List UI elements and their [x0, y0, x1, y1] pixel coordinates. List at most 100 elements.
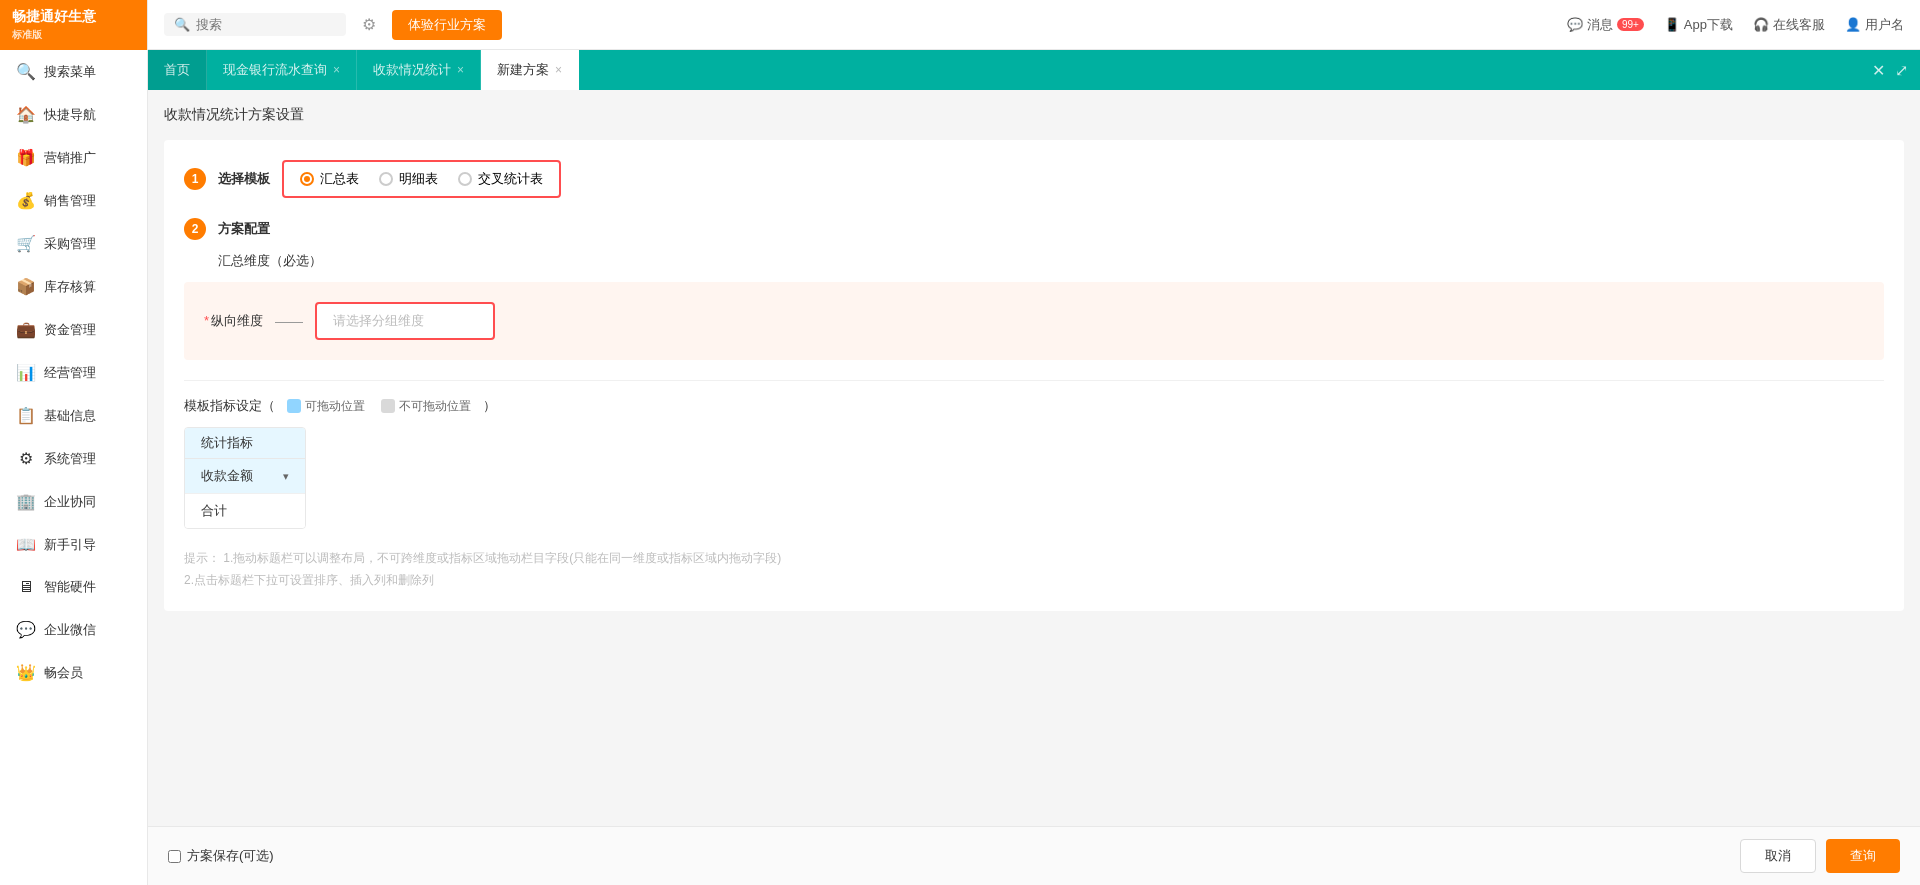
radio-detail[interactable]: 明细表 — [379, 170, 438, 188]
sidebar-item-label: 销售管理 — [44, 192, 96, 210]
query-button[interactable]: 查询 — [1826, 839, 1900, 873]
drag-dot-gray — [381, 399, 395, 413]
sidebar-item-member[interactable]: 👑 畅会员 — [0, 651, 147, 694]
settings-section: 1 选择模板 汇总表 明细表 — [164, 140, 1904, 611]
metrics-close-paren: ） — [483, 397, 496, 415]
tips-area: 提示： 1.拖动标题栏可以调整布局，不可跨维度或指标区域拖动栏目字段(只能在同一… — [184, 548, 1884, 591]
sidebar-item-label: 资金管理 — [44, 321, 96, 339]
online-service-button[interactable]: 🎧 在线客服 — [1753, 16, 1825, 34]
drag-draggable-label: 可拖动位置 — [305, 398, 365, 415]
messages-badge: 99+ — [1617, 18, 1644, 31]
step2-row: 2 方案配置 — [184, 218, 1884, 240]
download-icon: 📱 — [1664, 17, 1680, 32]
sidebar-item-label: 快捷导航 — [44, 106, 96, 124]
user-profile[interactable]: 👤 用户名 — [1845, 16, 1904, 34]
divider — [184, 380, 1884, 381]
sidebar-item-label: 采购管理 — [44, 235, 96, 253]
drag-dot-blue — [287, 399, 301, 413]
sidebar-item-label: 企业协同 — [44, 493, 96, 511]
message-icon: 💬 — [1567, 17, 1583, 32]
config-section: 汇总维度（必选） 纵向维度 —— 请选择分组维度 模板指标设定（ — [184, 252, 1884, 591]
metrics-cell-label: 收款金额 — [201, 467, 253, 485]
dropdown-icon[interactable]: ▾ — [283, 470, 289, 483]
close-all-icon[interactable]: ✕ — [1872, 61, 1885, 80]
sidebar-item-guide[interactable]: 📖 新手引导 — [0, 523, 147, 566]
dimension-row: 纵向维度 —— 请选择分组维度 — [204, 302, 1864, 340]
sidebar-item-search[interactable]: 🔍 搜索菜单 — [0, 50, 147, 93]
expand-icon[interactable]: ⤢ — [1895, 61, 1908, 80]
gear-icon: ⚙ — [16, 449, 36, 468]
topbar-right: 💬 消息 99+ 📱 App下载 🎧 在线客服 👤 用户名 — [1567, 16, 1904, 34]
tab-new-plan-close[interactable]: × — [555, 63, 562, 77]
cancel-button[interactable]: 取消 — [1740, 839, 1816, 873]
tab-bank[interactable]: 现金银行流水查询 × — [207, 50, 357, 90]
save-checkbox[interactable] — [168, 850, 181, 863]
tab-collect-stat-close[interactable]: × — [457, 63, 464, 77]
sidebar-item-marketing[interactable]: 🎁 营销推广 — [0, 136, 147, 179]
metrics-subrow-total: 合计 — [185, 493, 305, 528]
sidebar-item-collab[interactable]: 🏢 企业协同 — [0, 480, 147, 523]
dimension-title: 汇总维度（必选） — [218, 252, 1884, 270]
metrics-table-area: 统计指标 收款金额 ▾ 合计 — [184, 427, 1884, 532]
radio-cross-circle — [458, 172, 472, 186]
sidebar-item-label: 营销推广 — [44, 149, 96, 167]
radio-summary[interactable]: 汇总表 — [300, 170, 359, 188]
tab-home-label: 首页 — [164, 61, 190, 79]
tab-bank-close[interactable]: × — [333, 63, 340, 77]
step2-number: 2 — [184, 218, 206, 240]
sidebar-item-sales[interactable]: 💰 销售管理 — [0, 179, 147, 222]
settings-icon[interactable]: ⚙ — [362, 15, 376, 34]
sidebar-item-label: 智能硬件 — [44, 578, 96, 596]
app-download-button[interactable]: 📱 App下载 — [1664, 16, 1733, 34]
sidebar-logo: 畅捷通好生意 标准版 — [0, 0, 147, 50]
gift-icon: 🎁 — [16, 148, 36, 167]
service-icon: 🎧 — [1753, 17, 1769, 32]
sidebar-item-purchase[interactable]: 🛒 采购管理 — [0, 222, 147, 265]
tip-1: 提示： 1.拖动标题栏可以调整布局，不可跨维度或指标区域拖动栏目字段(只能在同一… — [184, 548, 1884, 570]
sidebar-item-inventory[interactable]: 📦 库存核算 — [0, 265, 147, 308]
step1-row: 1 选择模板 汇总表 明细表 — [184, 160, 1884, 198]
briefcase-icon: 💼 — [16, 320, 36, 339]
tabs-actions: ✕ ⤢ — [1872, 50, 1920, 90]
sidebar-item-system[interactable]: ⚙ 系统管理 — [0, 437, 147, 480]
save-checkbox-label[interactable]: 方案保存(可选) — [168, 847, 274, 865]
sidebar-item-label: 新手引导 — [44, 536, 96, 554]
book-icon: 📖 — [16, 535, 36, 554]
save-label: 方案保存(可选) — [187, 847, 274, 865]
tab-home[interactable]: 首页 — [148, 50, 207, 90]
crown-icon: 👑 — [16, 663, 36, 682]
messages-button[interactable]: 💬 消息 99+ — [1567, 16, 1644, 34]
radio-detail-circle — [379, 172, 393, 186]
tab-new-plan[interactable]: 新建方案 × — [481, 50, 579, 90]
search-box[interactable]: 🔍 — [164, 13, 346, 36]
sidebar-item-operations[interactable]: 📊 经营管理 — [0, 351, 147, 394]
cart-icon: 🛒 — [16, 234, 36, 253]
sidebar-item-basics[interactable]: 📋 基础信息 — [0, 394, 147, 437]
step1-number: 1 — [184, 168, 206, 190]
sidebar-item-hardware[interactable]: 🖥 智能硬件 — [0, 566, 147, 608]
main-area: 🔍 ⚙ 体验行业方案 💬 消息 99+ 📱 App下载 🎧 在线客服 👤 用户名 — [148, 0, 1920, 885]
footer: 方案保存(可选) 取消 查询 — [148, 826, 1920, 885]
dimension-selector[interactable]: 请选择分组维度 — [315, 302, 495, 340]
content-area: 收款情况统计方案设置 1 选择模板 汇总表 — [148, 90, 1920, 826]
sidebar-item-label: 畅会员 — [44, 664, 83, 682]
sidebar-item-nav[interactable]: 🏠 快捷导航 — [0, 93, 147, 136]
sidebar-item-finance[interactable]: 💼 资金管理 — [0, 308, 147, 351]
drag-legend: 可拖动位置 不可拖动位置 — [287, 398, 471, 415]
money-icon: 💰 — [16, 191, 36, 210]
tab-collect-stat[interactable]: 收款情况统计 × — [357, 50, 481, 90]
drag-legend-fixed: 不可拖动位置 — [381, 398, 471, 415]
sidebar-item-wechat[interactable]: 💬 企业微信 — [0, 608, 147, 651]
industry-plan-button[interactable]: 体验行业方案 — [392, 10, 502, 40]
tab-bank-label: 现金银行流水查询 — [223, 61, 327, 79]
metrics-cell-amount[interactable]: 收款金额 ▾ — [185, 459, 305, 493]
vertical-label: 纵向维度 — [204, 312, 263, 330]
home-icon: 🏠 — [16, 105, 36, 124]
radio-cross[interactable]: 交叉统计表 — [458, 170, 543, 188]
radio-summary-circle — [300, 172, 314, 186]
monitor-icon: 🖥 — [16, 578, 36, 596]
arrow-icon: —— — [275, 313, 303, 329]
tip-2: 2.点击标题栏下拉可设置排序、插入列和删除列 — [184, 570, 1884, 592]
radio-cross-label: 交叉统计表 — [478, 170, 543, 188]
search-input[interactable] — [196, 17, 336, 32]
